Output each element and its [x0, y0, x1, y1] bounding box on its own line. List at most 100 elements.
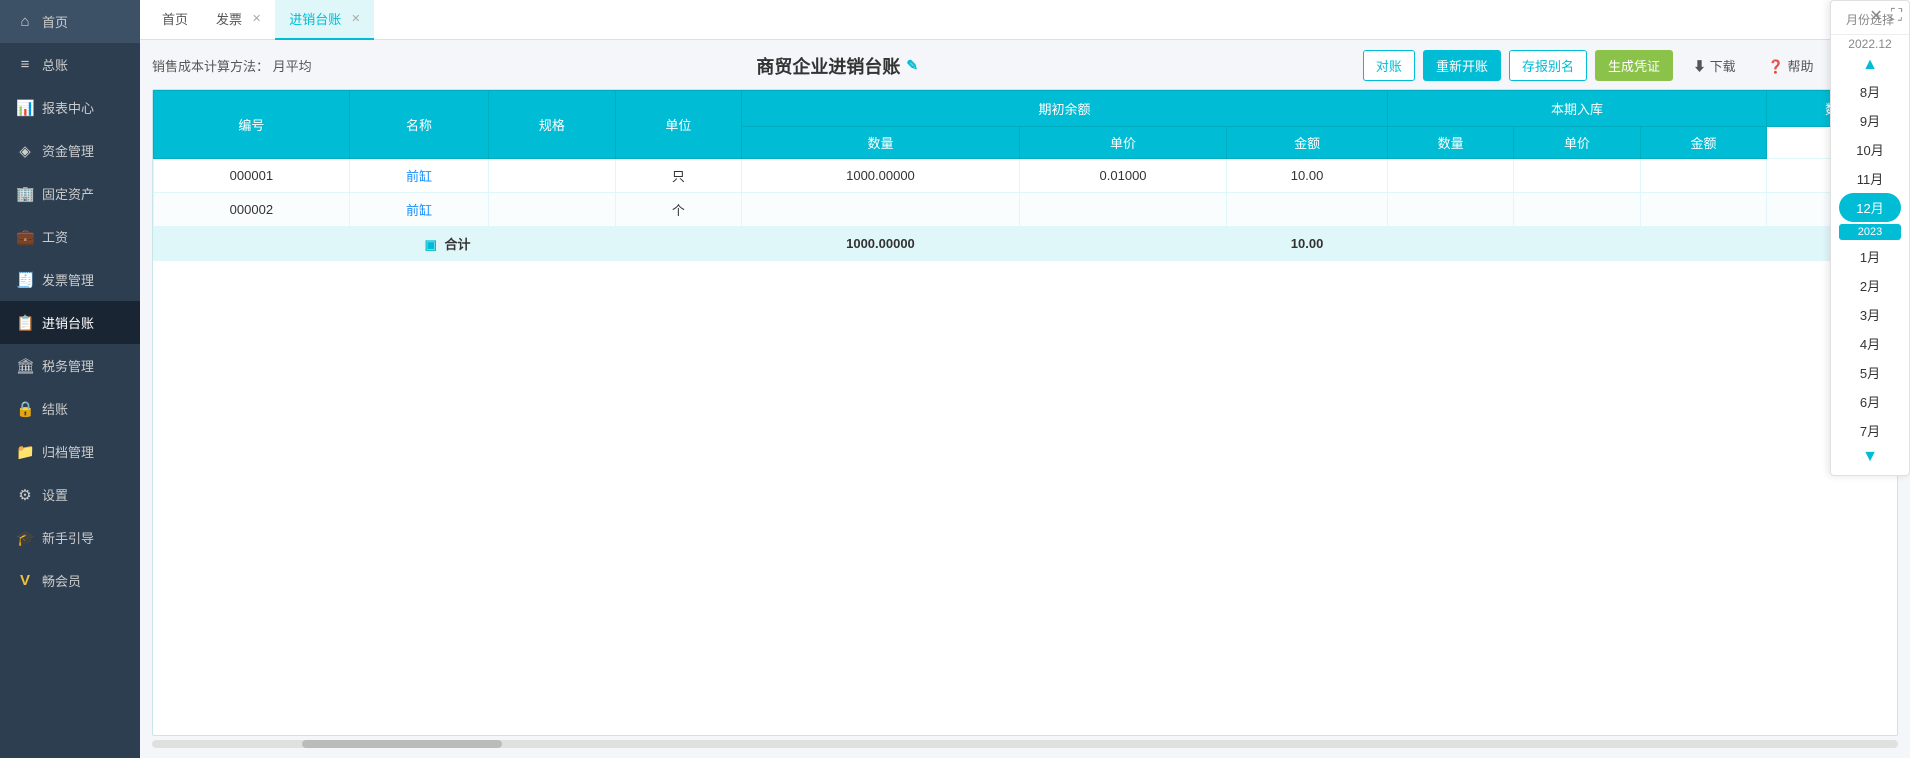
reconcile-button[interactable]: 对账: [1363, 50, 1415, 81]
total-opening-amount: 10.00: [1227, 227, 1388, 261]
save-as-button[interactable]: 存报别名: [1509, 50, 1587, 81]
tab-home[interactable]: 首页: [148, 0, 202, 40]
sidebar-item-invoice-mgmt[interactable]: 🧾 发票管理: [0, 258, 140, 301]
month-item-1[interactable]: 1月: [1831, 242, 1909, 271]
sidebar-item-payroll[interactable]: 💼 工资: [0, 215, 140, 258]
total-opening-price: [1019, 227, 1226, 261]
total-in-qty: [1387, 227, 1513, 261]
payroll-icon: 💼: [16, 228, 34, 246]
sidebar-item-funds[interactable]: ◈ 资金管理: [0, 129, 140, 172]
month-item-8[interactable]: 8月: [1831, 77, 1909, 106]
maximize-button[interactable]: ⛶: [1891, 7, 1902, 25]
month-picker-panel: 月份选择 2022.12 ▲ 8月 9月 10月 11月 12月 2023 1月…: [1830, 0, 1910, 476]
sidebar-item-label: 工资: [42, 227, 68, 246]
tab-invoice-close[interactable]: ✕: [252, 12, 261, 25]
sidebar-item-member[interactable]: V 畅会员: [0, 559, 140, 602]
sidebar-item-settings[interactable]: ⚙ 设置: [0, 473, 140, 516]
name-link[interactable]: 前缸: [406, 169, 432, 184]
sidebar-item-reports[interactable]: 📊 报表中心: [0, 86, 140, 129]
month-item-12-active[interactable]: 12月: [1839, 193, 1901, 222]
sidebar-item-label: 发票管理: [42, 270, 94, 289]
cell-opening-amount: [1227, 193, 1388, 227]
col-in-qty: 数量: [1387, 127, 1513, 159]
name-link[interactable]: 前缸: [406, 203, 432, 218]
help-button[interactable]: ❓ 帮助: [1756, 51, 1826, 80]
cell-in-amount: [1640, 159, 1766, 193]
col-name: 名称: [349, 91, 488, 159]
close-button[interactable]: ✕: [1869, 6, 1882, 26]
funds-icon: ◈: [16, 142, 34, 160]
horizontal-scrollbar[interactable]: [152, 740, 1898, 748]
total-label-text: 合计: [444, 237, 470, 252]
sidebar-item-assets[interactable]: 🏢 固定资产: [0, 172, 140, 215]
sidebar-item-ledger[interactable]: ≡ 总账: [0, 43, 140, 86]
page-title-text: 商贸企业进销台账: [756, 53, 900, 79]
sidebar-item-label: 结账: [42, 399, 68, 418]
sidebar-item-home[interactable]: ⌂ 首页: [0, 0, 140, 43]
scrollbar-thumb[interactable]: [302, 740, 502, 748]
edit-icon[interactable]: ✎: [906, 57, 918, 74]
cell-unit: 只: [615, 159, 741, 193]
cost-method-value: 月平均: [273, 59, 312, 74]
month-item-9[interactable]: 9月: [1831, 106, 1909, 135]
year-2023-badge: 2023: [1839, 224, 1901, 240]
sidebar-item-label: 进销台账: [42, 313, 94, 332]
year-2022-label: 2022.12: [1831, 35, 1909, 53]
month-item-3[interactable]: 3月: [1831, 300, 1909, 329]
assets-icon: 🏢: [16, 185, 34, 203]
total-row: ▣ 合计 1000.00000 10.00: [154, 227, 1897, 261]
tab-purchase-sales-label: 进销台账: [289, 9, 341, 28]
sidebar-item-purchase-sales[interactable]: 📋 进销台账: [0, 301, 140, 344]
tab-purchase-sales[interactable]: 进销台账 ✕: [275, 0, 374, 40]
info-bar: 销售成本计算方法： 月平均 商贸企业进销台账 ✎ 对账 重新开账 存报别名 生成…: [152, 50, 1898, 81]
month-item-5[interactable]: 5月: [1831, 358, 1909, 387]
generate-voucher-button[interactable]: 生成凭证: [1595, 50, 1673, 81]
tab-purchase-sales-close[interactable]: ✕: [351, 12, 360, 25]
cell-name: 前缸: [349, 193, 488, 227]
col-code: 编号: [154, 91, 350, 159]
total-in-amount: [1640, 227, 1766, 261]
month-item-10[interactable]: 10月: [1831, 135, 1909, 164]
month-item-2[interactable]: 2月: [1831, 271, 1909, 300]
col-period-in: 本期入库: [1387, 91, 1766, 127]
tab-invoice[interactable]: 发票 ✕: [202, 0, 275, 40]
sidebar-item-guide[interactable]: 🎓 新手引导: [0, 516, 140, 559]
col-opening-amount: 金额: [1227, 127, 1388, 159]
cell-opening-price: 0.01000: [1019, 159, 1226, 193]
cell-in-qty: [1387, 193, 1513, 227]
cell-opening-qty: [742, 193, 1020, 227]
col-in-amount: 金额: [1640, 127, 1766, 159]
total-opening-qty: 1000.00000: [742, 227, 1020, 261]
download-button[interactable]: ⬇ 下载: [1681, 51, 1748, 80]
cell-in-price: [1514, 193, 1640, 227]
col-opening-qty: 数量: [742, 127, 1020, 159]
download-icon: ⬇: [1693, 59, 1710, 74]
col-unit: 单位: [615, 91, 741, 159]
sidebar-item-label: 税务管理: [42, 356, 94, 375]
cell-name: 前缸: [349, 159, 488, 193]
total-icon: ▣: [425, 237, 437, 252]
month-item-6[interactable]: 6月: [1831, 387, 1909, 416]
sidebar-item-tax[interactable]: 🏛 税务管理: [0, 344, 140, 387]
reports-icon: 📊: [16, 99, 34, 117]
main-area: ✕ ⛶ 首页 发票 ✕ 进销台账 ✕ 销售成本计算方法： 月平均 商贸企业进销台…: [140, 0, 1910, 758]
sidebar-item-label: 首页: [42, 12, 68, 31]
cell-code: 000002: [154, 193, 350, 227]
col-in-price: 单价: [1514, 127, 1640, 159]
table-row: 000001 前缸 只 1000.00000 0.01000 10.00: [154, 159, 1897, 193]
cell-spec: [489, 159, 615, 193]
month-item-11[interactable]: 11月: [1831, 164, 1909, 193]
page-title: 商贸企业进销台账 ✎: [756, 53, 918, 79]
cell-opening-amount: 10.00: [1227, 159, 1388, 193]
sidebar-item-closing[interactable]: 🔒 结账: [0, 387, 140, 430]
month-item-4[interactable]: 4月: [1831, 329, 1909, 358]
reopen-button[interactable]: 重新开账: [1423, 50, 1501, 81]
member-icon: V: [16, 572, 34, 589]
total-label: ▣ 合计: [154, 227, 742, 261]
sidebar-item-archive[interactable]: 📁 归档管理: [0, 430, 140, 473]
month-item-7[interactable]: 7月: [1831, 416, 1909, 445]
scroll-down-button[interactable]: ▼: [1831, 445, 1909, 469]
sidebar-item-label: 报表中心: [42, 98, 94, 117]
data-table: 编号 名称 规格 单位 期初余额 本期入库 数 数量 单价 金额 数量 单价: [153, 90, 1897, 261]
scroll-up-button[interactable]: ▲: [1831, 53, 1909, 77]
